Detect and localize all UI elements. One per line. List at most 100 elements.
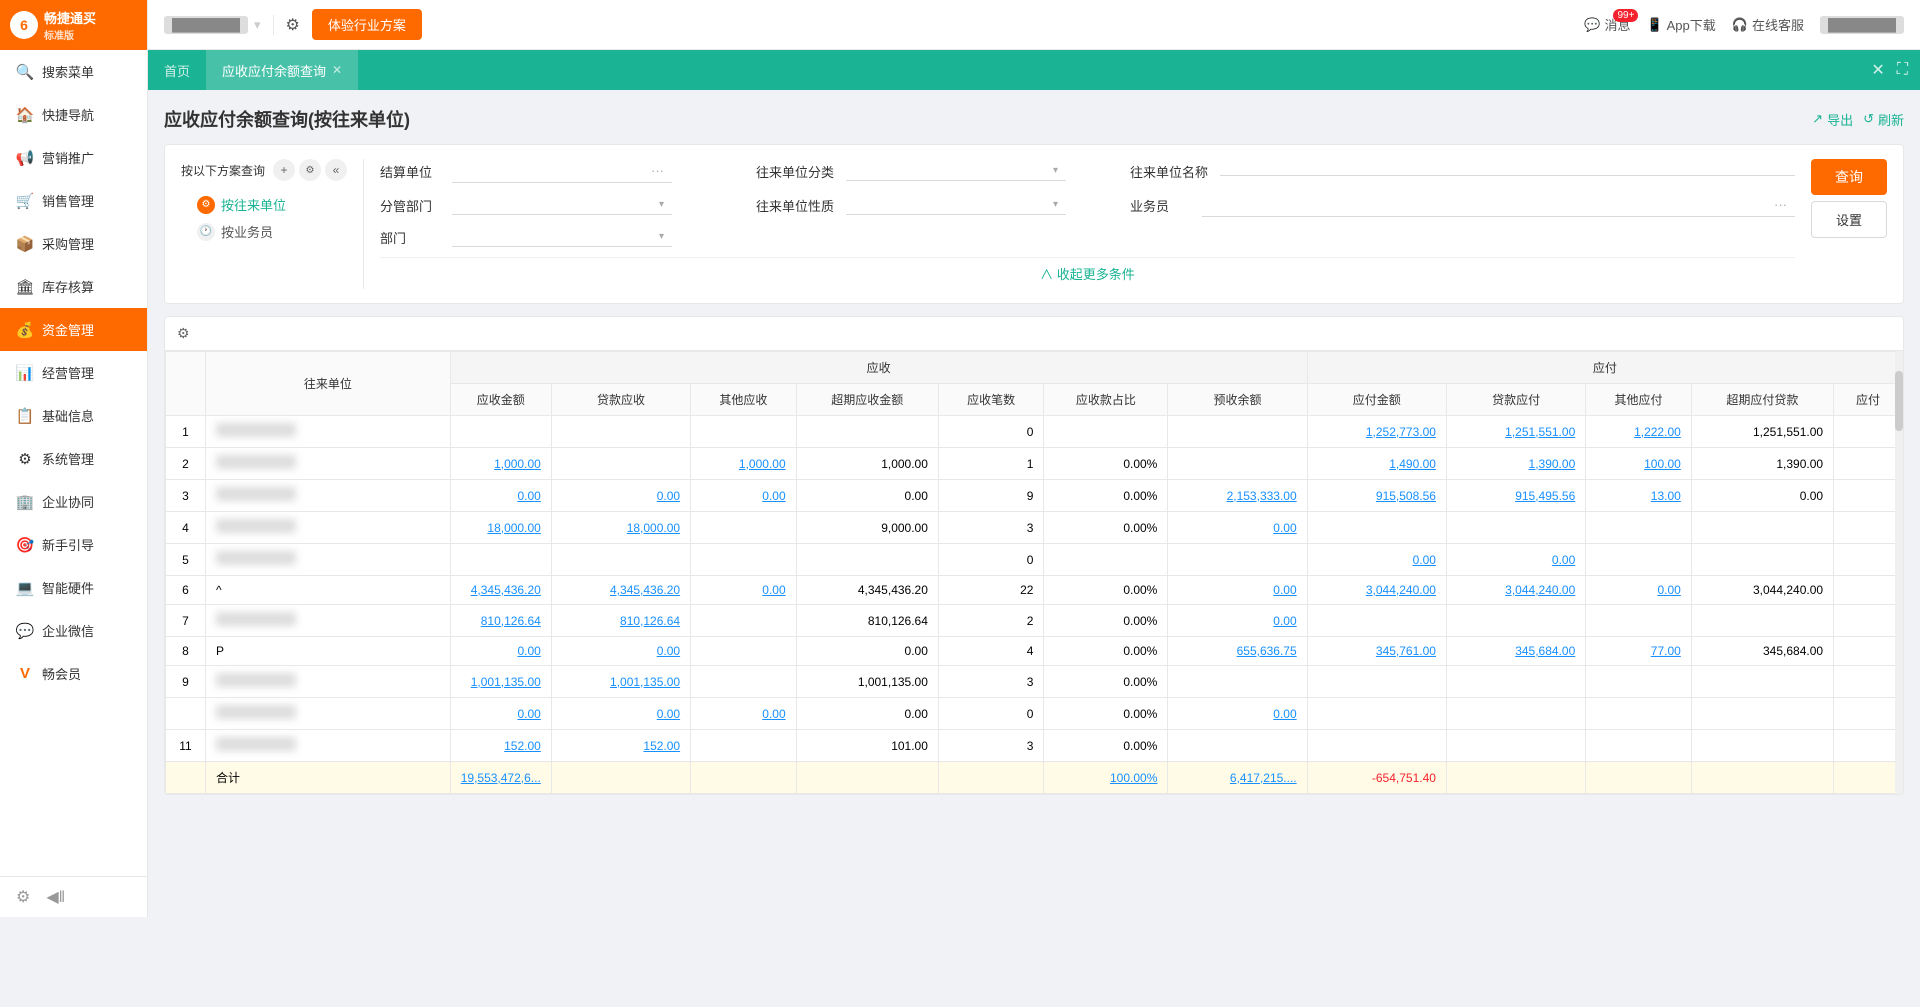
cell-link-value[interactable]: 4,345,436.20 <box>450 576 551 605</box>
gear-icon[interactable]: ⚙ <box>286 15 300 35</box>
sidebar-item-purchase[interactable]: 📦 采购管理 <box>0 222 147 265</box>
sidebar-item-marketing[interactable]: 📢 营销推广 <box>0 136 147 179</box>
trial-btn[interactable]: 体验行业方案 <box>312 9 422 40</box>
query-button[interactable]: 查询 <box>1811 159 1887 195</box>
tab-receivable-query[interactable]: 应收应付余额查询 ✕ <box>206 50 358 90</box>
settlement-unit-dots-icon[interactable]: ··· <box>651 163 664 178</box>
cell-link-value[interactable]: 0.00 <box>691 480 797 512</box>
dropdown-arrow-icon[interactable]: ▾ <box>254 17 261 33</box>
tab-expand-icon[interactable]: ⛶ <box>1897 61 1908 79</box>
cell-link-value[interactable]: 0.00 <box>1446 544 1585 576</box>
dept-select[interactable]: ▾ <box>452 227 672 247</box>
cell-link-value[interactable]: 0.00 <box>691 576 797 605</box>
partner-nature-select[interactable]: ▾ <box>846 195 1066 215</box>
settlement-unit-input[interactable]: ··· <box>452 159 672 183</box>
sidebar-item-enterprise[interactable]: 🏢 企业协同 <box>0 480 147 523</box>
cell-link-value[interactable]: 0.00 <box>450 480 551 512</box>
salesman-input[interactable]: ··· <box>1202 193 1795 217</box>
footer-ar-prepaid[interactable]: 6,417,215.... <box>1168 762 1307 794</box>
cell-link-value[interactable]: 3,044,240.00 <box>1446 576 1585 605</box>
cell-link-value[interactable]: 4,345,436.20 <box>551 576 690 605</box>
sidebar-item-quick-nav[interactable]: 🏠 快捷导航 <box>0 93 147 136</box>
dept-managed-dropdown-icon[interactable]: ▾ <box>659 199 664 210</box>
dept-managed-select[interactable]: ▾ <box>452 195 672 215</box>
cell-link-value[interactable]: 1,251,551.00 <box>1446 416 1585 448</box>
partner-name-input[interactable] <box>1220 167 1795 176</box>
cell-link-value[interactable]: 0.00 <box>1168 576 1307 605</box>
partner-category-dropdown-icon[interactable]: ▾ <box>1053 165 1058 176</box>
sidebar-item-operations[interactable]: 📊 经营管理 <box>0 351 147 394</box>
cell-link-value[interactable]: 18,000.00 <box>450 512 551 544</box>
cell-link-value[interactable]: 1,000.00 <box>450 448 551 480</box>
cell-link-value[interactable]: 2,153,333.00 <box>1168 480 1307 512</box>
cell-link-value[interactable]: 0.00 <box>1307 544 1446 576</box>
sidebar-item-system[interactable]: ⚙ 系统管理 <box>0 437 147 480</box>
cell-link-value[interactable]: 915,508.56 <box>1307 480 1446 512</box>
cell-link-value[interactable]: 100.00 <box>1586 448 1692 480</box>
cell-link-value[interactable]: 1,222.00 <box>1586 416 1692 448</box>
cell-link-value[interactable]: 915,495.56 <box>1446 480 1585 512</box>
refresh-button[interactable]: ↺ 刷新 <box>1863 110 1904 129</box>
scrollbar-thumb[interactable] <box>1895 371 1903 431</box>
cell-link-value[interactable]: 18,000.00 <box>551 512 690 544</box>
footer-ar-amount[interactable]: 19,553,472,6... <box>450 762 551 794</box>
cell-link-value[interactable]: 345,761.00 <box>1307 637 1446 666</box>
tab-close-icon[interactable]: ✕ <box>332 63 342 77</box>
cell-link-value[interactable]: 0.00 <box>551 480 690 512</box>
method-by-partner[interactable]: ⚙ 按往来单位 <box>197 191 347 218</box>
bottom-collapse-icon[interactable]: ◀‖ <box>46 887 65 907</box>
configure-method-btn[interactable]: ⚙ <box>299 159 321 181</box>
partner-nature-dropdown-icon[interactable]: ▾ <box>1053 199 1058 210</box>
sidebar-item-guide[interactable]: 🎯 新手引导 <box>0 523 147 566</box>
footer-ar-ratio[interactable]: 100.00% <box>1044 762 1168 794</box>
sidebar-item-search-menu[interactable]: 🔍 搜索菜单 <box>0 50 147 93</box>
cell-link-value[interactable]: 0.00 <box>450 698 551 730</box>
cell-link-value[interactable]: 0.00 <box>1168 605 1307 637</box>
cell-link-value[interactable]: 77.00 <box>1586 637 1692 666</box>
tab-home[interactable]: 首页 <box>148 50 206 90</box>
cell-link-value[interactable]: 0.00 <box>551 637 690 666</box>
sidebar-item-enterprise-wx[interactable]: 💬 企业微信 <box>0 609 147 652</box>
online-service-link[interactable]: 🎧 在线客服 <box>1732 15 1804 34</box>
cell-link-value[interactable]: 0.00 <box>1586 576 1692 605</box>
cell-link-value[interactable]: 0.00 <box>551 698 690 730</box>
sidebar-item-inventory[interactable]: 🏛 库存核算 <box>0 265 147 308</box>
cell-link-value[interactable]: 1,001,135.00 <box>551 666 690 698</box>
cell-link-value[interactable]: 152.00 <box>551 730 690 762</box>
cell-link-value[interactable]: 0.00 <box>450 637 551 666</box>
settings-button[interactable]: 设置 <box>1811 201 1887 238</box>
cell-link-value[interactable]: 1,000.00 <box>691 448 797 480</box>
method-by-salesman[interactable]: 🕐 按业务员 <box>197 218 347 245</box>
salesman-dots-icon[interactable]: ··· <box>1774 197 1787 212</box>
bottom-settings-icon[interactable]: ⚙ <box>16 887 30 907</box>
scrollbar-track[interactable] <box>1895 351 1903 794</box>
cell-link-value[interactable]: 1,490.00 <box>1307 448 1446 480</box>
partner-category-select[interactable]: ▾ <box>846 161 1066 181</box>
cell-link-value[interactable]: 1,252,773.00 <box>1307 416 1446 448</box>
sidebar-item-sales[interactable]: 🛒 销售管理 <box>0 179 147 222</box>
dept-dropdown-icon[interactable]: ▾ <box>659 231 664 242</box>
message-badge[interactable]: 💬 消息 99+ <box>1584 15 1630 34</box>
cell-link-value[interactable]: 0.00 <box>1168 698 1307 730</box>
cell-link-value[interactable]: 655,636.75 <box>1168 637 1307 666</box>
cell-link-value[interactable]: 152.00 <box>450 730 551 762</box>
sidebar-item-member[interactable]: V 畅会员 <box>0 652 147 695</box>
cell-link-value[interactable]: 1,390.00 <box>1446 448 1585 480</box>
cell-link-value[interactable]: 810,126.64 <box>450 605 551 637</box>
export-button[interactable]: ↗ 导出 <box>1812 110 1853 129</box>
app-download-link[interactable]: 📱 App下载 <box>1646 15 1715 34</box>
user-info[interactable]: ████████ <box>1820 18 1904 32</box>
cell-link-value[interactable]: 1,001,135.00 <box>450 666 551 698</box>
cell-link-value[interactable]: 0.00 <box>1168 512 1307 544</box>
cell-link-value[interactable]: 3,044,240.00 <box>1307 576 1446 605</box>
cell-link-value[interactable]: 345,684.00 <box>1446 637 1585 666</box>
sidebar-item-smart-hw[interactable]: 💻 智能硬件 <box>0 566 147 609</box>
collapse-more-btn[interactable]: ∧ 收起更多条件 <box>380 257 1795 289</box>
collapse-method-btn[interactable]: « <box>325 159 347 181</box>
cell-link-value[interactable]: 0.00 <box>691 698 797 730</box>
sidebar-item-finance[interactable]: 💰 资金管理 <box>0 308 147 351</box>
cell-link-value[interactable]: 810,126.64 <box>551 605 690 637</box>
add-method-btn[interactable]: + <box>273 159 295 181</box>
cell-link-value[interactable]: 13.00 <box>1586 480 1692 512</box>
tab-close-all-icon[interactable]: ✕ <box>1871 60 1884 80</box>
